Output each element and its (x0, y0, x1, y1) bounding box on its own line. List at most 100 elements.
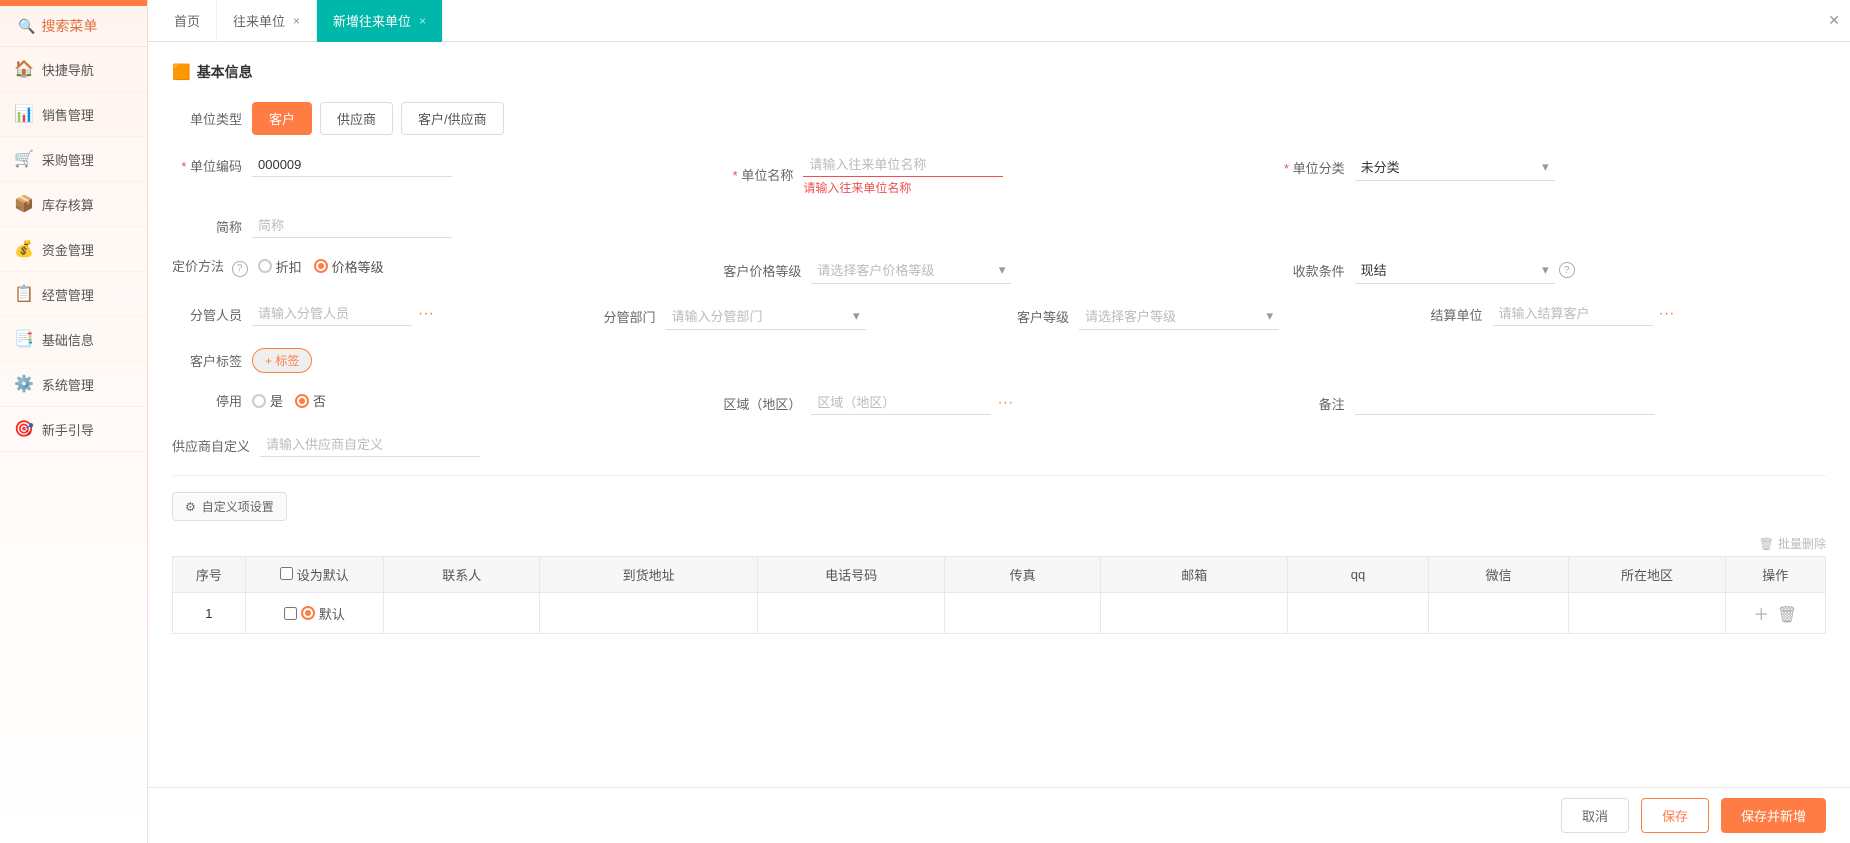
unit-category-select[interactable]: 未分类 ▾ (1355, 153, 1555, 181)
notes-group: 备注 (1275, 391, 1826, 415)
sidebar-item-purchase[interactable]: 🛒 采购管理 (0, 137, 147, 182)
sidebar-item-inventory[interactable]: 📦 库存核算 (0, 182, 147, 227)
batch-delete-bar: 🗑 批量删除 (172, 535, 1826, 552)
pricing-level-option[interactable]: 价格等级 (314, 257, 384, 276)
payment-help-icon[interactable]: ? (1559, 262, 1575, 278)
pricing-level-label: 价格等级 (332, 257, 384, 276)
system-icon: ⚙️ (14, 374, 34, 394)
sidebar-item-sales[interactable]: 📊 销售管理 (0, 92, 147, 137)
qq-input[interactable] (1323, 606, 1393, 621)
add-row-btn[interactable]: ＋ (1753, 607, 1769, 624)
custom-settings-wrap: ⚙ 自定义项设置 (172, 492, 1826, 535)
contact-input[interactable] (422, 606, 502, 621)
pricing-help-icon[interactable]: ? (232, 261, 248, 277)
sidebar-item-guide[interactable]: 🎯 新手引导 (0, 407, 147, 452)
pricing-discount-radio[interactable] (258, 259, 272, 273)
cell-default: 默认 (245, 593, 384, 634)
select-all-checkbox[interactable] (280, 567, 293, 580)
unit-code-input[interactable] (252, 153, 452, 177)
phone-input[interactable] (801, 606, 901, 621)
region-group: 区域（地区） ··· (723, 391, 1274, 415)
sidebar-item-quick-nav[interactable]: 🏠 快捷导航 (0, 47, 147, 92)
col-contact: 联系人 (384, 557, 540, 593)
disabled-yes-radio[interactable] (252, 394, 266, 408)
disabled-yes-option[interactable]: 是 (252, 391, 283, 410)
tag-group: 客户标签 + 标签 (172, 348, 1826, 373)
pricing-discount-option[interactable]: 折扣 (258, 257, 302, 276)
notes-input[interactable] (1355, 391, 1655, 415)
disabled-group: 停用 是 否 (172, 391, 723, 410)
tab-new-partner-close[interactable]: × (419, 14, 426, 28)
cell-wechat (1428, 593, 1569, 634)
manager-more-btn[interactable]: ··· (418, 305, 434, 323)
col-fax: 传真 (945, 557, 1101, 593)
wechat-input[interactable] (1464, 606, 1534, 621)
manager-label: 分管人员 (172, 305, 252, 324)
disabled-no-option[interactable]: 否 (295, 391, 326, 410)
disabled-no-radio[interactable] (295, 394, 309, 408)
col-address: 到货地址 (540, 557, 758, 593)
customer-level-placeholder: 请选择客户等级 (1085, 306, 1266, 325)
unit-type-supplier-btn[interactable]: 供应商 (320, 102, 393, 135)
unit-type-buttons: 客户 供应商 客户/供应商 (252, 102, 504, 135)
default-radio[interactable] (301, 606, 315, 620)
pricing-level-radio[interactable] (314, 259, 328, 273)
purchase-icon: 🛒 (14, 149, 34, 169)
region-input[interactable] (811, 391, 991, 415)
col-default: 设为默认 (245, 557, 384, 593)
short-name-input[interactable] (252, 214, 452, 238)
email-input[interactable] (1144, 606, 1244, 621)
tab-partners[interactable]: 往来单位 × (217, 0, 317, 42)
fax-input[interactable] (983, 606, 1063, 621)
tab-new-partner[interactable]: 新增往来单位 × (317, 0, 443, 42)
cell-email (1101, 593, 1288, 634)
address-input[interactable] (589, 606, 709, 621)
sidebar-item-system[interactable]: ⚙️ 系统管理 (0, 362, 147, 407)
manager-row: 分管人员 ··· 分管部门 请输入分管部门 ▾ 客户等级 请选择客户等级 ▾ 结… (172, 302, 1826, 330)
manager-input[interactable] (252, 302, 412, 326)
customer-price-level-select[interactable]: 请选择客户价格等级 ▾ (811, 256, 1011, 284)
save-button[interactable]: 保存 (1641, 798, 1709, 833)
disabled-no-label: 否 (313, 391, 326, 410)
customer-level-select[interactable]: 请选择客户等级 ▾ (1079, 302, 1279, 330)
unit-name-input[interactable] (803, 153, 1003, 177)
short-name-row: 简称 (172, 214, 1826, 238)
settlement-more-btn[interactable]: ··· (1659, 305, 1675, 323)
unit-type-customer-btn[interactable]: 客户 (252, 102, 312, 135)
batch-delete-label[interactable]: 批量删除 (1778, 535, 1826, 552)
add-tag-btn[interactable]: + 标签 (252, 348, 312, 373)
row-checkbox[interactable] (284, 607, 297, 620)
payment-terms-select[interactable]: 现结 ▾ (1355, 256, 1555, 284)
supplier-custom-input[interactable] (260, 433, 480, 457)
tab-bar: 首页 往来单位 × 新增往来单位 × ✕ (148, 0, 1850, 42)
supplier-custom-group: 供应商自定义 (172, 433, 1826, 457)
unit-name-label: 单位名称 (723, 165, 803, 184)
cell-actions: ＋ 🗑 (1725, 593, 1825, 634)
cell-address (540, 593, 758, 634)
tab-partners-close[interactable]: × (293, 14, 300, 28)
tab-home[interactable]: 首页 (158, 0, 217, 42)
col-phone: 电话号码 (758, 557, 945, 593)
delete-row-btn[interactable]: 🗑 (1777, 607, 1797, 624)
department-label: 分管部门 (586, 307, 666, 326)
default-radio-label[interactable]: 默认 (301, 604, 345, 623)
customer-level-label: 客户等级 (999, 307, 1079, 326)
department-select[interactable]: 请输入分管部门 ▾ (666, 302, 866, 330)
region-more-btn[interactable]: ··· (997, 394, 1013, 412)
sidebar-item-finance[interactable]: 💰 资金管理 (0, 227, 147, 272)
save-add-button[interactable]: 保存并新增 (1721, 798, 1826, 833)
unit-type-both-btn[interactable]: 客户/供应商 (401, 102, 504, 135)
custom-settings-btn[interactable]: ⚙ 自定义项设置 (172, 492, 287, 521)
cancel-button[interactable]: 取消 (1561, 798, 1629, 833)
close-all-tabs[interactable]: ✕ (1828, 12, 1840, 29)
manager-group: 分管人员 ··· (172, 302, 586, 326)
sidebar-item-basic-info[interactable]: 📑 基础信息 (0, 317, 147, 362)
sidebar-label-operations: 经营管理 (42, 285, 94, 304)
location-input[interactable] (1607, 606, 1687, 621)
customer-price-level-group: 客户价格等级 请选择客户价格等级 ▾ (723, 256, 1274, 284)
settlement-unit-input[interactable] (1493, 302, 1653, 326)
sidebar-item-operations[interactable]: 📋 经营管理 (0, 272, 147, 317)
sidebar-label-inventory: 库存核算 (42, 195, 94, 214)
search-icon: 🔍 (18, 18, 35, 35)
sidebar-search[interactable]: 🔍 搜索菜单 (0, 6, 147, 47)
